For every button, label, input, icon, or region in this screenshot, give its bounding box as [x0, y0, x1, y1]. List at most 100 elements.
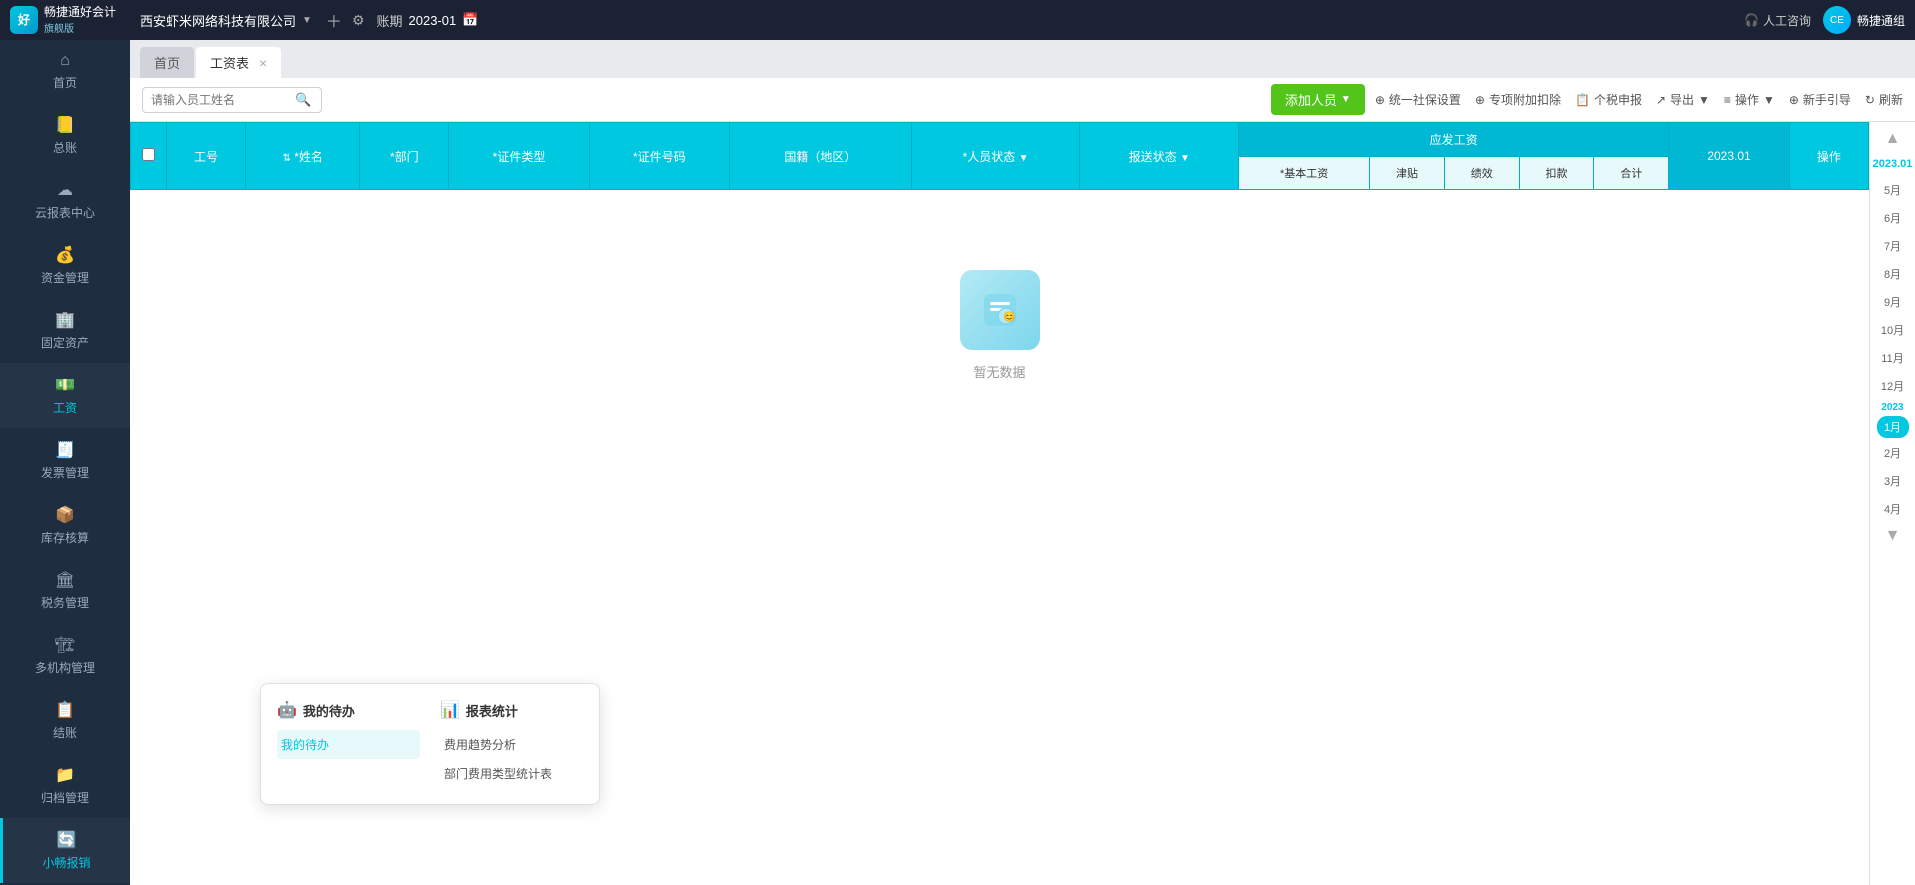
timeline-9-month[interactable]: 9月: [1870, 288, 1915, 316]
empty-text: 暂无数据: [973, 362, 1025, 381]
tab-bar: 首页 工资表 ×: [130, 40, 1915, 78]
popup-col-todo-title: 🤖 我的待办: [277, 700, 420, 720]
operation-button[interactable]: ≡ 操作 ▼: [1724, 91, 1775, 108]
th-bonus: 绩效: [1444, 157, 1519, 190]
timeline-2-month[interactable]: 2月: [1870, 439, 1915, 467]
search-box[interactable]: 🔍: [142, 87, 322, 113]
export-dropdown-icon: ▼: [1698, 93, 1710, 107]
action-buttons: ⊕ 统一社保设置 ⊕ 专项附加扣除 📋 个税申报 ↗ 导出 ▼ ≡: [1375, 91, 1903, 108]
timeline-5-month[interactable]: 5月: [1870, 176, 1915, 204]
sidebar-item-archive[interactable]: 📁 归档管理: [0, 753, 130, 818]
tab-home[interactable]: 首页: [140, 47, 194, 78]
special-deduct-button[interactable]: ⊕ 专项附加扣除: [1475, 91, 1561, 108]
th-dept: *部门: [360, 123, 449, 190]
avatar-initials: CE: [1830, 15, 1844, 26]
table-container: 工号 ⇅ *姓名 *部门 *证件类型 *证件号码 国籍（地区） *人员状态 ▼ …: [130, 122, 1869, 885]
th-deduct: 扣款: [1519, 157, 1594, 190]
calendar-icon[interactable]: 📅: [462, 12, 478, 28]
select-all-checkbox[interactable]: [142, 148, 155, 161]
th-id-type: *证件类型: [449, 123, 589, 190]
data-table: 工号 ⇅ *姓名 *部门 *证件类型 *证件号码 国籍（地区） *人员状态 ▼ …: [130, 122, 1869, 190]
sidebar-item-salary[interactable]: 💵 工资: [0, 363, 130, 428]
sidebar-label-salary: 工资: [53, 399, 77, 416]
timeline-2023-label: 2023.01: [1870, 152, 1915, 176]
timeline-11-month[interactable]: 11月: [1870, 344, 1915, 372]
add-company-button[interactable]: ＋: [326, 8, 342, 32]
sidebar-label-xiaochang: 小畅报销: [42, 854, 90, 871]
export-label: 导出: [1670, 91, 1694, 108]
logo-text: 畅捷通好会计: [44, 5, 116, 19]
company-area[interactable]: 西安虾米网络科技有限公司 ▼ ＋ ⚙: [140, 8, 365, 32]
export-icon: ↗: [1656, 93, 1666, 107]
sidebar-item-cloud-report[interactable]: ☁ 云报表中心: [0, 168, 130, 233]
popup-item-expense-trend[interactable]: 费用趋势分析: [440, 730, 583, 759]
sidebar-item-inventory[interactable]: 📦 库存核算: [0, 493, 130, 558]
popup-col-todo: 🤖 我的待办 我的待办: [277, 700, 420, 788]
logo-text-group: 畅捷通好会计 旗舰版: [44, 5, 116, 34]
sidebar-item-invoice[interactable]: 🧾 发票管理: [0, 428, 130, 493]
timeline-7-month[interactable]: 7月: [1870, 232, 1915, 260]
timeline-8-month[interactable]: 8月: [1870, 260, 1915, 288]
user-area: CE 畅捷通组: [1823, 6, 1905, 34]
company-name: 西安虾米网络科技有限公司: [140, 11, 296, 30]
export-button[interactable]: ↗ 导出 ▼: [1656, 91, 1710, 108]
add-person-label: 添加人员: [1285, 90, 1337, 109]
sidebar-item-close[interactable]: 📋 结账: [0, 688, 130, 753]
empty-icon: 😊: [960, 270, 1040, 350]
period-value: 2023-01: [409, 13, 457, 28]
sidebar-label-archive: 归档管理: [41, 789, 89, 806]
svg-text:😊: 😊: [1003, 311, 1015, 323]
consult-button[interactable]: 🎧 人工咨询: [1744, 12, 1811, 29]
timeline-1-month-active[interactable]: 1月: [1877, 416, 1909, 438]
sidebar-item-fund[interactable]: 💰 资金管理: [0, 233, 130, 298]
tax-declare-label: 个税申报: [1594, 91, 1642, 108]
timeline-3-month[interactable]: 3月: [1870, 467, 1915, 495]
th-id-no: *证件号码: [589, 123, 729, 190]
close-account-icon: 📋: [55, 700, 75, 720]
search-input[interactable]: [151, 93, 291, 107]
multi-org-icon: 🏗: [55, 635, 75, 655]
settings-icon[interactable]: ⚙: [352, 12, 365, 29]
tab-close-button[interactable]: ×: [255, 55, 267, 71]
search-icon[interactable]: 🔍: [295, 92, 311, 108]
timeline-4-month[interactable]: 4月: [1870, 495, 1915, 523]
tab-salary[interactable]: 工资表 ×: [196, 47, 281, 78]
refresh-button[interactable]: ↻ 刷新: [1865, 91, 1903, 108]
th-checkbox: [131, 123, 167, 190]
home-icon: ⌂: [60, 52, 70, 70]
add-person-button[interactable]: 添加人员 ▼: [1271, 84, 1365, 115]
timeline-12-month[interactable]: 12月: [1870, 372, 1915, 400]
th-total: 合计: [1594, 157, 1669, 190]
headset-icon: 🎧: [1744, 13, 1759, 27]
timeline-6-month[interactable]: 6月: [1870, 204, 1915, 232]
xiaochang-icon: 🔄: [57, 830, 77, 850]
archive-icon: 📁: [55, 765, 75, 785]
popup-col-report: 📊 报表统计 费用趋势分析 部门费用类型统计表: [440, 700, 583, 788]
company-dropdown-icon[interactable]: ▼: [302, 15, 312, 26]
timeline-10-month[interactable]: 10月: [1870, 316, 1915, 344]
right-timeline: ▲ 2023.01 5月 6月 7月 8月 9月 10月 11月 12月 202…: [1869, 122, 1915, 885]
sidebar-item-xiaochang[interactable]: 🔄 小畅报销: [0, 818, 130, 883]
sidebar-item-tax[interactable]: 🏛 税务管理: [0, 558, 130, 623]
sidebar-item-fixed-assets[interactable]: 🏢 固定资产: [0, 298, 130, 363]
social-insurance-button[interactable]: ⊕ 统一社保设置: [1375, 91, 1461, 108]
th-name: ⇅ *姓名: [246, 123, 360, 190]
popup-item-dept-expense[interactable]: 部门费用类型统计表: [440, 759, 583, 788]
popup-item-my-todo[interactable]: 我的待办: [277, 730, 420, 759]
sidebar-item-multi-org[interactable]: 🏗 多机构管理: [0, 623, 130, 688]
sidebar-item-home[interactable]: ⌂ 首页: [0, 40, 130, 103]
sidebar-item-ledger[interactable]: 📒 总账: [0, 103, 130, 168]
sidebar-label-ledger: 总账: [53, 139, 77, 156]
top-header: 好 畅捷通好会计 旗舰版 西安虾米网络科技有限公司 ▼ ＋ ⚙ 账期 2023-…: [0, 0, 1915, 40]
new-guide-button[interactable]: ⊕ 新手引导: [1789, 91, 1851, 108]
timeline-down-button[interactable]: ▼: [1881, 523, 1905, 549]
tax-declare-button[interactable]: 📋 个税申报: [1575, 91, 1642, 108]
new-guide-label: 新手引导: [1803, 91, 1851, 108]
th-op: 操作: [1789, 123, 1868, 190]
th-base-salary: *基本工资: [1239, 157, 1370, 190]
timeline-up-button[interactable]: ▲: [1881, 126, 1905, 152]
th-period: 2023.01: [1669, 123, 1790, 190]
my-todo-label: 我的待办: [281, 738, 329, 752]
operation-label: 操作: [1735, 91, 1759, 108]
th-nationality: 国籍（地区）: [730, 123, 912, 190]
